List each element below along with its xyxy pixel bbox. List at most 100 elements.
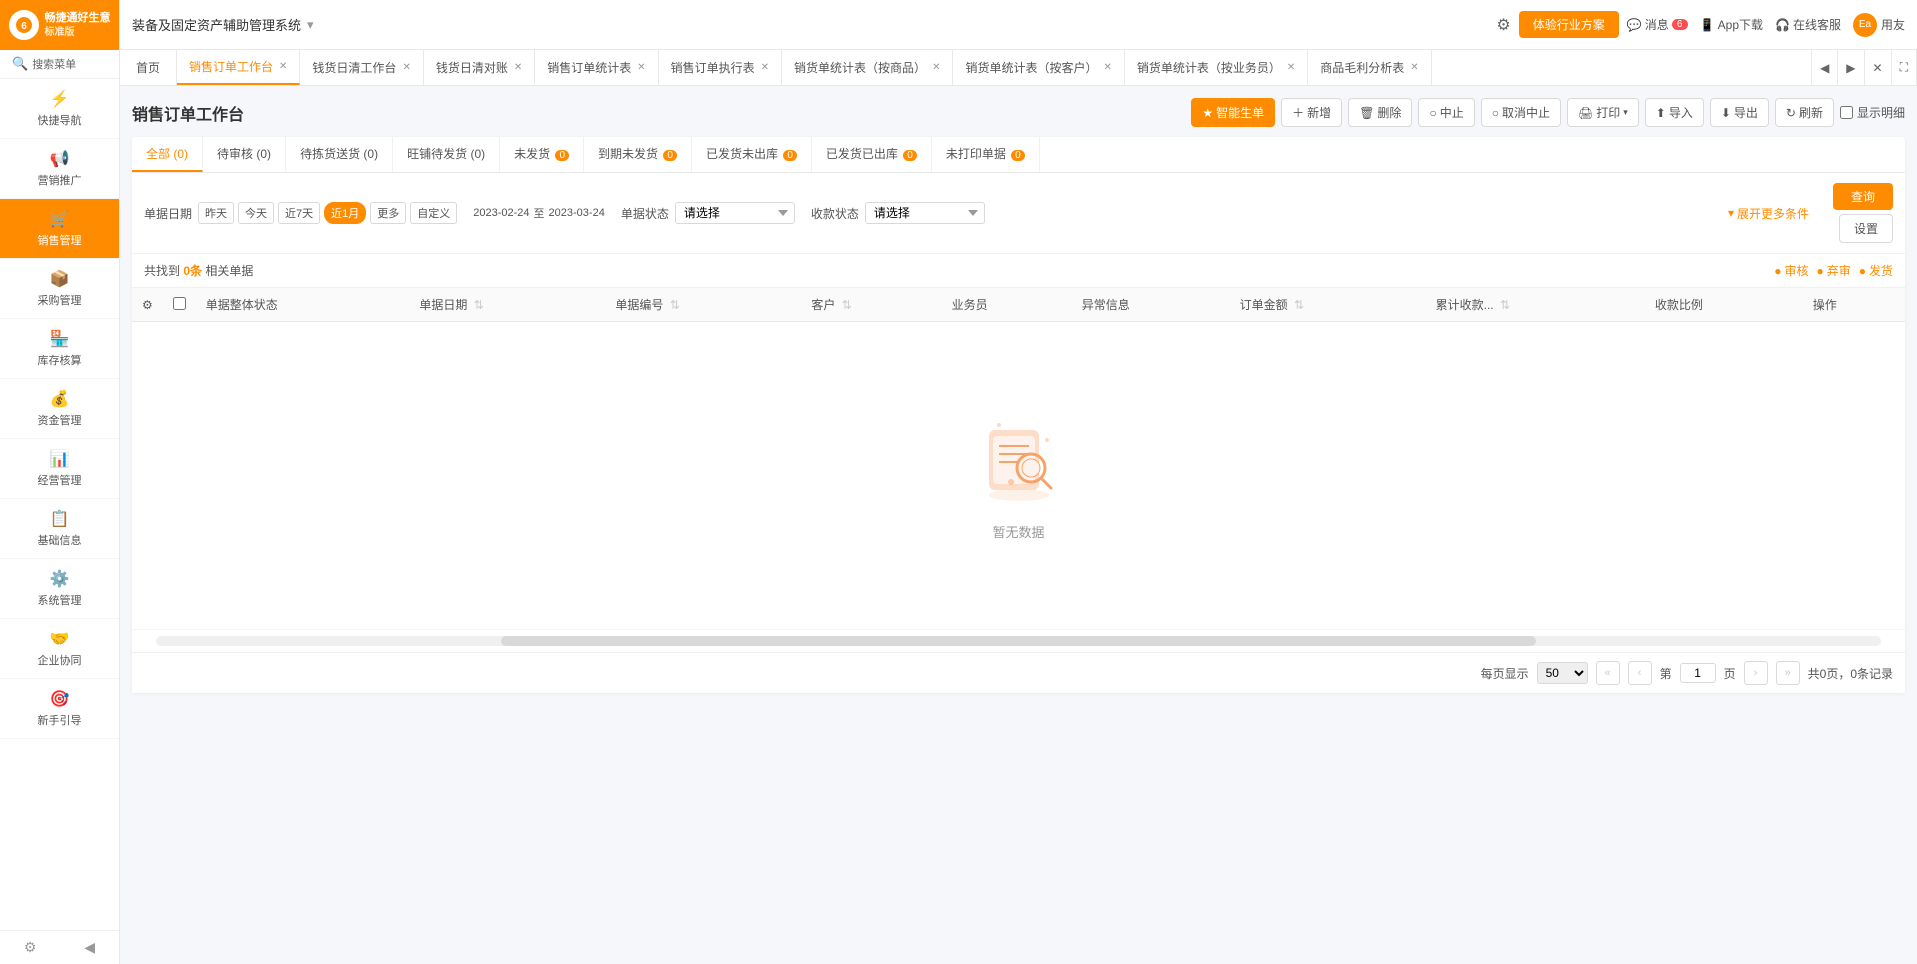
industry-solution-button[interactable]: 体验行业方案 (1519, 11, 1619, 38)
setting-button[interactable]: 设置 (1839, 214, 1893, 243)
th-settings[interactable]: ⚙ (132, 288, 163, 322)
sidebar-item-inventory-check[interactable]: 🏪 库存核算 (0, 319, 119, 379)
sidebar-item-purchase-mgmt[interactable]: 📦 采购管理 (0, 259, 119, 319)
cancel-stop-button[interactable]: ○ 取消中止 (1481, 98, 1561, 127)
th-number[interactable]: 单据编号 ⇅ (605, 288, 801, 322)
tab-sales-workbench-close[interactable]: ✕ (279, 61, 287, 72)
status-select[interactable]: 请选择 (675, 202, 795, 224)
enterprise-collab-icon: 🤝 (50, 629, 70, 649)
tab-cash-reconcile-close[interactable]: ✕ (514, 62, 522, 73)
sidebar-item-operations-mgmt[interactable]: 📊 经营管理 (0, 439, 119, 499)
tab-close-all-btn[interactable]: ✕ (1865, 50, 1892, 85)
tab-sales-stat-product-close[interactable]: ✕ (932, 62, 940, 73)
sidebar-item-basic-info[interactable]: 📋 基础信息 (0, 499, 119, 559)
sidebar-item-system-mgmt[interactable]: ⚙️ 系统管理 (0, 559, 119, 619)
add-button[interactable]: ＋ 新增 (1281, 98, 1342, 127)
date-btn-custom[interactable]: 自定义 (410, 202, 457, 224)
tab-cash-daily-close[interactable]: ✕ (402, 62, 410, 73)
tab-sales-stat-customer-close[interactable]: ✕ (1103, 62, 1111, 73)
date-btn-more[interactable]: 更多 (370, 202, 406, 224)
th-checkbox[interactable] (163, 288, 196, 322)
tab-sales-stat-staff-close[interactable]: ✕ (1287, 62, 1295, 73)
sidebar-settings-btn[interactable]: ⚙ (24, 939, 37, 956)
page-prev-button[interactable]: ‹ (1628, 661, 1652, 685)
page-number-input[interactable] (1680, 663, 1716, 683)
export-button[interactable]: ⬇ 导出 (1710, 98, 1769, 127)
refresh-button[interactable]: ↻ 刷新 (1775, 98, 1834, 127)
tab-sales-stat-customer[interactable]: 销货单统计表（按客户） ✕ (953, 50, 1124, 85)
tab-sales-order-stat[interactable]: 销售订单统计表 ✕ (535, 50, 658, 85)
th-collected[interactable]: 累计收款... ⇅ (1426, 288, 1645, 322)
tab-product-margin-close[interactable]: ✕ (1410, 62, 1418, 73)
tab-home[interactable]: 首页 (120, 50, 177, 85)
sidebar-item-finance-mgmt[interactable]: 💰 资金管理 (0, 379, 119, 439)
date-btn-today[interactable]: 今天 (238, 202, 274, 224)
filter-tab-not-printed[interactable]: 未打印单据 0 (932, 137, 1040, 172)
filter-tab-shipped-not-out[interactable]: 已发货未出库 0 (692, 137, 812, 172)
filter-tab-wangpu-pending[interactable]: 旺铺待发货 (0) (393, 137, 500, 172)
page-last-button[interactable]: » (1776, 661, 1800, 685)
th-date[interactable]: 单据日期 ⇅ (409, 288, 605, 322)
tab-scroll-next-btn[interactable]: ▶ (1838, 50, 1864, 85)
tab-maximize-btn[interactable]: ⛶ (1892, 50, 1917, 85)
sidebar-collapse-btn[interactable]: ◀ (84, 939, 95, 956)
query-button[interactable]: 查询 (1833, 183, 1893, 210)
tab-sales-workbench[interactable]: 销售订单工作台 ✕ (177, 50, 300, 85)
sidebar-item-quick-nav[interactable]: ⚡ 快捷导航 (0, 79, 119, 139)
sidebar-item-new-guide[interactable]: 🎯 新手引导 (0, 679, 119, 739)
filter-tab-not-shipped[interactable]: 未发货 0 (500, 137, 584, 172)
toolbar-ship-action[interactable]: ● 发货 (1859, 262, 1893, 279)
select-all-checkbox[interactable] (173, 297, 186, 310)
print-button[interactable]: 🖨 打印 ▾ (1567, 98, 1639, 127)
topbar-message-item[interactable]: 💬 消息 6 (1627, 16, 1688, 33)
tab-sales-stat-staff[interactable]: 销货单统计表（按业务员） ✕ (1125, 50, 1308, 85)
toolbar-abandon-action[interactable]: ● 弃审 (1816, 262, 1850, 279)
filter-tab-shipped-out[interactable]: 已发货已出库 0 (812, 137, 932, 172)
topbar-online-service-item[interactable]: 🎧 在线客服 (1775, 16, 1841, 33)
page-size-select[interactable]: 50 10 20 100 (1537, 662, 1588, 684)
topbar-user-item[interactable]: Ea 用友 (1853, 13, 1905, 37)
show-detail-checkbox[interactable] (1840, 106, 1853, 119)
system-mgmt-icon: ⚙️ (50, 569, 70, 589)
topbar-dropdown-arrow[interactable]: ▾ (307, 17, 314, 33)
expand-conditions-button[interactable]: ▾ 展开更多条件 (1728, 205, 1809, 222)
import-button[interactable]: ⬆ 导入 (1645, 98, 1704, 127)
filter-tab-pending-review[interactable]: 待审核 (0) (203, 137, 286, 172)
sidebar-item-enterprise-collab[interactable]: 🤝 企业协同 (0, 619, 119, 679)
th-collected-sort-icon: ⇅ (1500, 298, 1510, 312)
horizontal-scroll-thumb[interactable] (501, 636, 1536, 646)
filter-tab-pending-inspect[interactable]: 待拣货送货 (0) (286, 137, 393, 172)
payment-select[interactable]: 请选择 (865, 202, 985, 224)
toolbar-review-action[interactable]: ● 审核 (1774, 262, 1808, 279)
tab-sales-stat-product[interactable]: 销货单统计表（按商品） ✕ (782, 50, 953, 85)
date-btn-yesterday[interactable]: 昨天 (198, 202, 234, 224)
filter-tab-overdue-not-shipped[interactable]: 到期未发货 0 (584, 137, 692, 172)
delete-button[interactable]: 🗑 删除 (1348, 98, 1412, 127)
stop-button[interactable]: ○ 中止 (1418, 98, 1474, 127)
tab-cash-reconcile[interactable]: 钱货日清对账 ✕ (424, 50, 535, 85)
topbar-app-download-item[interactable]: 📱 App下载 (1700, 16, 1763, 33)
filter-tab-all[interactable]: 全部 (0) (132, 137, 203, 172)
show-detail-checkbox-label[interactable]: 显示明细 (1840, 104, 1905, 121)
smart-generate-button[interactable]: ★ 智能生单 (1191, 98, 1275, 127)
th-customer[interactable]: 客户 ⇅ (801, 288, 941, 322)
tab-sales-order-stat-close[interactable]: ✕ (637, 62, 645, 73)
sidebar-logo[interactable]: 6 畅捷通好生意 标准版 (0, 0, 119, 50)
tab-cash-daily[interactable]: 钱货日清工作台 ✕ (300, 50, 423, 85)
page-next-button[interactable]: › (1744, 661, 1768, 685)
th-amount[interactable]: 订单金额 ⇅ (1230, 288, 1426, 322)
page-first-button[interactable]: « (1596, 661, 1620, 685)
date-btn-7days[interactable]: 近7天 (278, 202, 320, 224)
date-range-buttons: 昨天 今天 近7天 近1月 更多 自定义 (198, 202, 457, 224)
tabbar-end: ◀ ▶ ✕ ⛶ (1811, 50, 1917, 85)
tab-scroll-prev-btn[interactable]: ◀ (1812, 50, 1838, 85)
sidebar-search-item[interactable]: 🔍 搜索菜单 (0, 50, 119, 79)
sidebar-item-sales-mgmt[interactable]: 🛒 销售管理 (0, 199, 119, 259)
topbar-gear-icon[interactable]: ⚙ (1496, 15, 1510, 35)
tab-product-margin[interactable]: 商品毛利分析表 ✕ (1308, 50, 1431, 85)
tab-sales-order-exec-close[interactable]: ✕ (761, 62, 769, 73)
tab-sales-order-exec[interactable]: 销售订单执行表 ✕ (659, 50, 782, 85)
horizontal-scrollbar[interactable] (156, 636, 1881, 646)
date-btn-1month[interactable]: 近1月 (324, 202, 366, 224)
sidebar-item-marketing-promo[interactable]: 📢 营销推广 (0, 139, 119, 199)
